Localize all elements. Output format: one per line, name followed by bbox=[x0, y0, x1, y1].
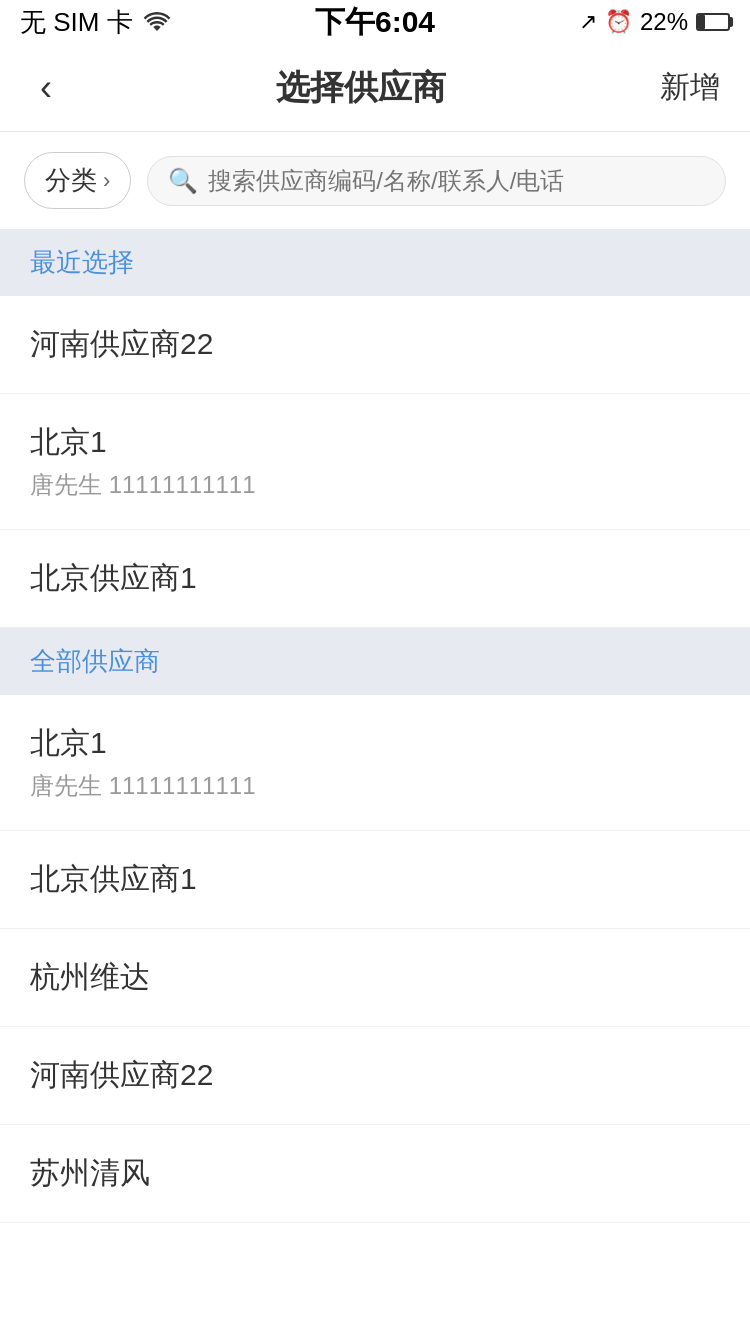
status-time: 下午6:04 bbox=[315, 2, 435, 43]
battery-label: 22% bbox=[640, 8, 688, 36]
page-title: 选择供应商 bbox=[276, 65, 446, 111]
item-name: 北京1 bbox=[30, 723, 720, 764]
all-section-header: 全部供应商 bbox=[0, 628, 750, 695]
all-list: 北京1 唐先生 11111111111 北京供应商1 杭州维达河南供应商22 苏州清风 bbox=[0, 695, 750, 1223]
recent-list: 河南供应商22 北京1 唐先生 11111111111 北京供应商1 bbox=[0, 296, 750, 628]
list-item[interactable]: 北京供应商1 bbox=[0, 831, 750, 929]
status-left: 无 SIM 卡 bbox=[20, 5, 171, 40]
status-right: ↗ ⏰ 22% bbox=[579, 8, 730, 36]
nav-bar: ‹ 选择供应商 新增 bbox=[0, 44, 750, 132]
category-filter[interactable]: 分类 › bbox=[24, 152, 131, 209]
status-bar: 无 SIM 卡 下午6:04 ↗ ⏰ 22% bbox=[0, 0, 750, 44]
location-icon: ↗ bbox=[579, 9, 597, 35]
list-item[interactable]: 河南供应商22 bbox=[0, 296, 750, 394]
item-name: 杭州维达 bbox=[30, 957, 720, 998]
list-item[interactable]: 北京1 唐先生 11111111111 bbox=[0, 695, 750, 831]
item-name: 苏州清风 bbox=[30, 1153, 720, 1194]
list-item[interactable]: 杭州维达 bbox=[0, 929, 750, 1027]
category-label: 分类 bbox=[45, 163, 97, 198]
filter-bar: 分类 › 🔍 bbox=[0, 132, 750, 229]
list-item[interactable]: 苏州清风 bbox=[0, 1125, 750, 1223]
item-name: 北京1 bbox=[30, 422, 720, 463]
battery-icon bbox=[696, 13, 730, 31]
list-item[interactable]: 河南供应商22 bbox=[0, 1027, 750, 1125]
item-name: 河南供应商22 bbox=[30, 324, 720, 365]
item-sub: 唐先生 11111111111 bbox=[30, 469, 720, 501]
back-button[interactable]: ‹ bbox=[30, 57, 62, 119]
wifi-icon bbox=[143, 7, 171, 38]
chevron-right-icon: › bbox=[103, 168, 110, 194]
item-sub: 唐先生 11111111111 bbox=[30, 770, 720, 802]
search-box[interactable]: 🔍 bbox=[147, 156, 726, 206]
recent-section-header: 最近选择 bbox=[0, 229, 750, 296]
carrier-label: 无 SIM 卡 bbox=[20, 5, 133, 40]
item-name: 北京供应商1 bbox=[30, 558, 720, 599]
search-icon: 🔍 bbox=[168, 167, 198, 195]
alarm-icon: ⏰ bbox=[605, 9, 632, 35]
add-button[interactable]: 新增 bbox=[660, 67, 720, 108]
item-name: 北京供应商1 bbox=[30, 859, 720, 900]
list-item[interactable]: 北京1 唐先生 11111111111 bbox=[0, 394, 750, 530]
item-name: 河南供应商22 bbox=[30, 1055, 720, 1096]
search-input[interactable] bbox=[208, 167, 705, 195]
list-item[interactable]: 北京供应商1 bbox=[0, 530, 750, 628]
